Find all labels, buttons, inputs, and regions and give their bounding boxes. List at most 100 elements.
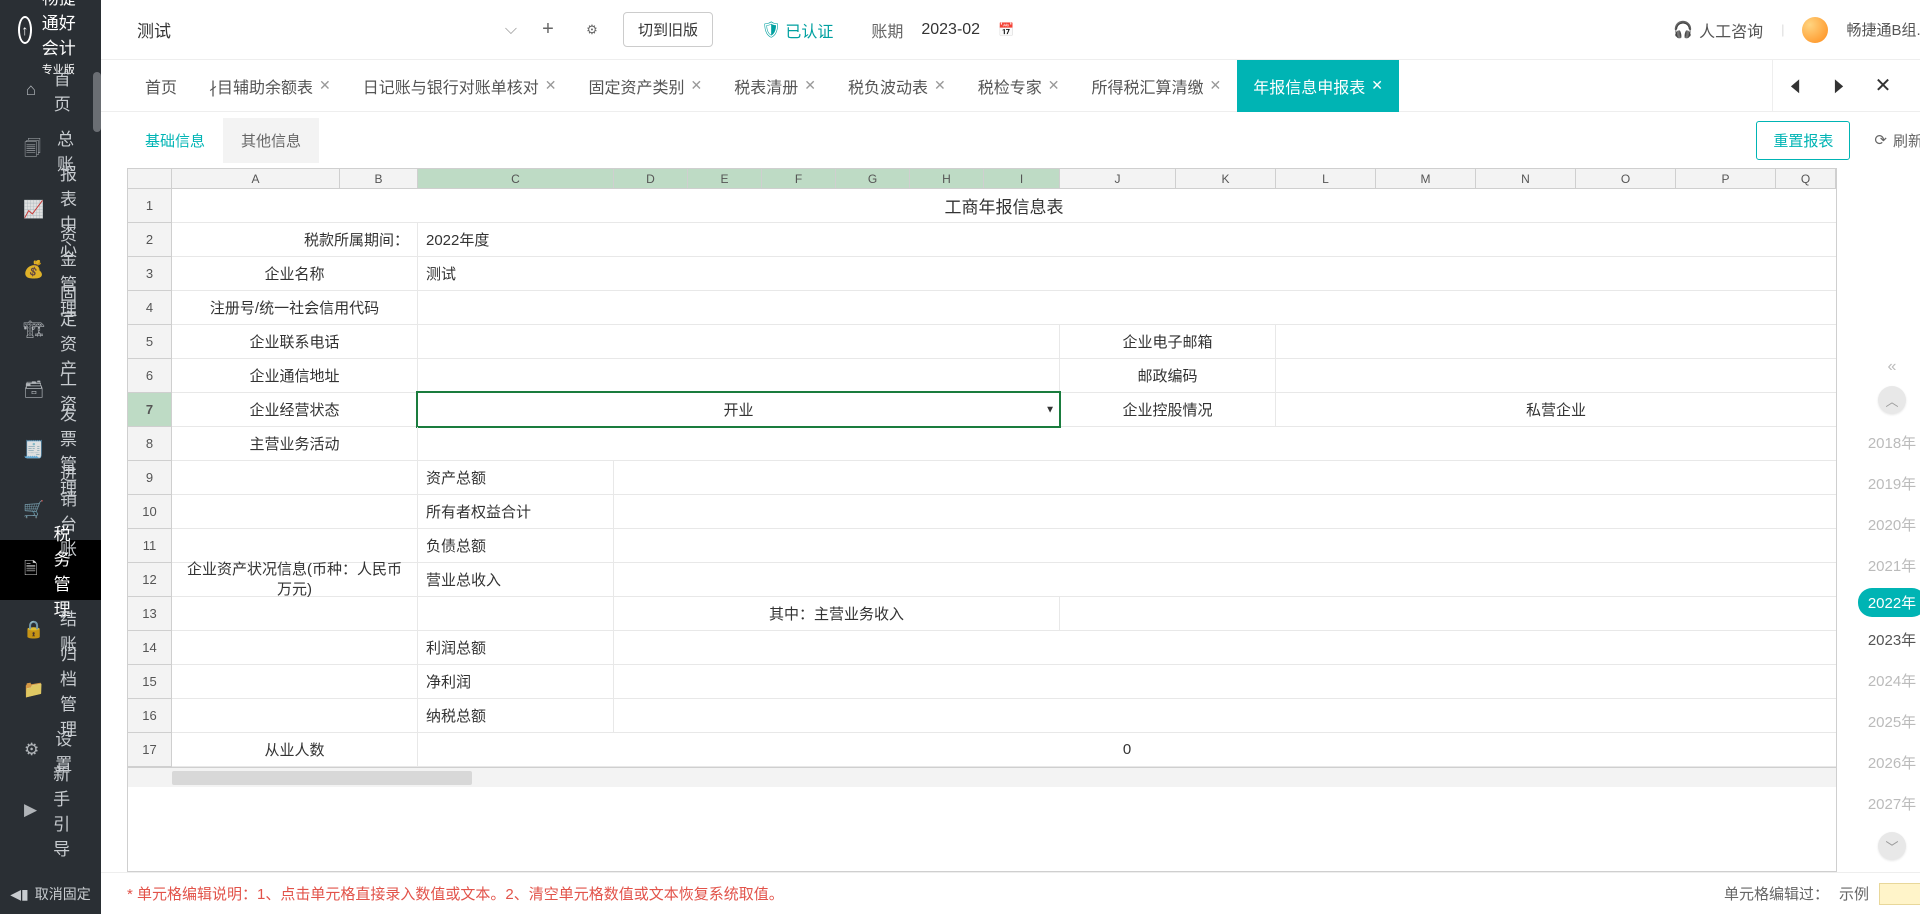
col-header[interactable]: A [172, 169, 340, 188]
row-header[interactable]: 15 [128, 665, 172, 699]
cell-value[interactable] [1276, 325, 1836, 358]
tab[interactable]: 日记账与银行对账单核对✕ [347, 60, 573, 112]
cell-value[interactable]: 2022年度 [418, 223, 1060, 256]
nav-fund[interactable]: 💰资金管理 [0, 240, 101, 300]
col-header[interactable]: G [836, 169, 910, 188]
col-header[interactable]: F [762, 169, 836, 188]
row-header[interactable]: 8 [128, 427, 172, 461]
close-icon[interactable]: ✕ [1048, 77, 1060, 94]
col-header[interactable]: C [418, 169, 614, 188]
row-header[interactable]: 10 [128, 495, 172, 529]
tab[interactable]: 固定资产类别✕ [573, 60, 719, 112]
nav-tax[interactable]: 🗎税务管理 [0, 540, 101, 600]
close-icon[interactable]: ✕ [545, 77, 557, 94]
row-header[interactable]: 16 [128, 699, 172, 733]
tab[interactable]: 税负波动表✕ [832, 60, 962, 112]
row-header[interactable]: 4 [128, 291, 172, 325]
nav-settings[interactable]: ⚙设置 [0, 720, 101, 780]
year-item[interactable]: 2020年 [1868, 506, 1916, 543]
spreadsheet[interactable]: ABCDEFGHIJKLMNOPQ 1工商年报信息表2税款所属期间：2022年度… [127, 168, 1837, 872]
cell-value[interactable] [418, 359, 1060, 392]
row-header[interactable]: 7 [128, 393, 172, 427]
row-header[interactable]: 13 [128, 597, 172, 631]
tabs-next[interactable]: ▶ [1826, 60, 1852, 112]
nav-close[interactable]: 🔒结账 [0, 600, 101, 660]
row-header[interactable]: 5 [128, 325, 172, 359]
subtab-other[interactable]: 其他信息 [223, 118, 319, 163]
refresh-button[interactable]: ⟳刷新 [1874, 130, 1920, 151]
nav-invoice[interactable]: 🧾发票管理 [0, 420, 101, 480]
tab[interactable]: 所得税汇算清缴✕ [1076, 60, 1238, 112]
close-icon[interactable]: ✕ [319, 77, 331, 94]
support-button[interactable]: 🎧人工咨询 [1673, 18, 1763, 42]
cell-value[interactable]: 私营企业 [1276, 393, 1836, 426]
tab[interactable]: ∤目辅助余额表✕ [193, 60, 347, 112]
nav-salary[interactable]: 🗃工资 [0, 360, 101, 420]
row-header[interactable]: 2 [128, 223, 172, 257]
year-item[interactable]: 2026年 [1868, 744, 1916, 781]
tab[interactable]: 税检专家✕ [962, 60, 1076, 112]
cell-value[interactable]: 0 [418, 733, 1836, 766]
tabs-prev[interactable]: ◀ [1782, 60, 1808, 112]
col-header[interactable]: O [1576, 169, 1676, 188]
tab[interactable]: 年报信息申报表✕ [1237, 60, 1399, 112]
status-dropdown[interactable]: 开业▼ [418, 393, 1060, 426]
company-select[interactable]: 测试 ⌵ [137, 17, 517, 42]
cell-value[interactable]: 测试 [418, 257, 1060, 290]
year-item[interactable]: 2027年 [1868, 785, 1916, 822]
row-header[interactable]: 17 [128, 733, 172, 767]
unpin-button[interactable]: ◀▮取消固定 [0, 874, 101, 914]
avatar[interactable] [1802, 17, 1828, 43]
tab[interactable]: 税表清册✕ [718, 60, 832, 112]
row-header[interactable]: 14 [128, 631, 172, 665]
col-header[interactable]: J [1060, 169, 1176, 188]
row-header[interactable]: 6 [128, 359, 172, 393]
row-header[interactable]: 9 [128, 461, 172, 495]
fullscreen-button[interactable]: ⛶ [1905, 60, 1920, 112]
row-header[interactable]: 3 [128, 257, 172, 291]
col-header[interactable]: M [1376, 169, 1476, 188]
year-item[interactable]: 2025年 [1868, 703, 1916, 740]
sidebar-scrollbar[interactable] [93, 72, 101, 132]
nav-inout[interactable]: 🛒进销台账 [0, 480, 101, 540]
nav-home[interactable]: ⌂首页 [0, 60, 101, 120]
add-button[interactable]: + [535, 17, 561, 43]
close-icon[interactable]: ✕ [691, 77, 703, 94]
row-header[interactable]: 1 [128, 189, 172, 223]
cell-value[interactable] [614, 495, 1836, 528]
nav-ledger[interactable]: 🗐总账 [0, 120, 101, 180]
cell-value[interactable] [614, 631, 1836, 664]
col-header[interactable]: K [1176, 169, 1276, 188]
col-header[interactable]: H [910, 169, 984, 188]
tab[interactable]: 首页 [129, 60, 193, 112]
year-up[interactable]: ︿ [1878, 386, 1906, 414]
cell-value[interactable] [614, 529, 1836, 562]
period-value[interactable]: 2023-02 [921, 21, 980, 39]
reset-button[interactable]: 重置报表 [1756, 121, 1850, 160]
close-icon[interactable]: ✕ [934, 77, 946, 94]
close-icon[interactable]: ✕ [1371, 77, 1383, 94]
collapse-rail-icon[interactable]: « [1888, 358, 1897, 376]
cell-value[interactable] [1060, 597, 1836, 630]
cell-value[interactable] [418, 291, 1060, 324]
col-header[interactable]: B [340, 169, 418, 188]
col-header[interactable]: L [1276, 169, 1376, 188]
col-header[interactable]: N [1476, 169, 1576, 188]
year-item[interactable]: 2021年 [1868, 547, 1916, 584]
cell-value[interactable] [1276, 359, 1836, 392]
select-all-corner[interactable] [128, 169, 172, 188]
cell-value[interactable] [614, 461, 1836, 494]
subtab-basic[interactable]: 基础信息 [127, 118, 223, 163]
year-item[interactable]: 2018年 [1868, 424, 1916, 461]
h-scrollbar[interactable] [128, 767, 1836, 787]
year-down[interactable]: ﹀ [1878, 832, 1906, 860]
col-header[interactable]: I [984, 169, 1060, 188]
cell-value[interactable] [614, 665, 1836, 698]
col-header[interactable]: Q [1776, 169, 1836, 188]
nav-asset[interactable]: 🏗固定资产 [0, 300, 101, 360]
cell-value[interactable] [614, 699, 1836, 732]
cell-value[interactable] [614, 563, 1836, 596]
switch-old-button[interactable]: 切到旧版 [623, 12, 713, 47]
user-name[interactable]: 畅捷通B组... [1846, 19, 1920, 40]
calendar-icon[interactable]: 📅 [998, 22, 1014, 38]
